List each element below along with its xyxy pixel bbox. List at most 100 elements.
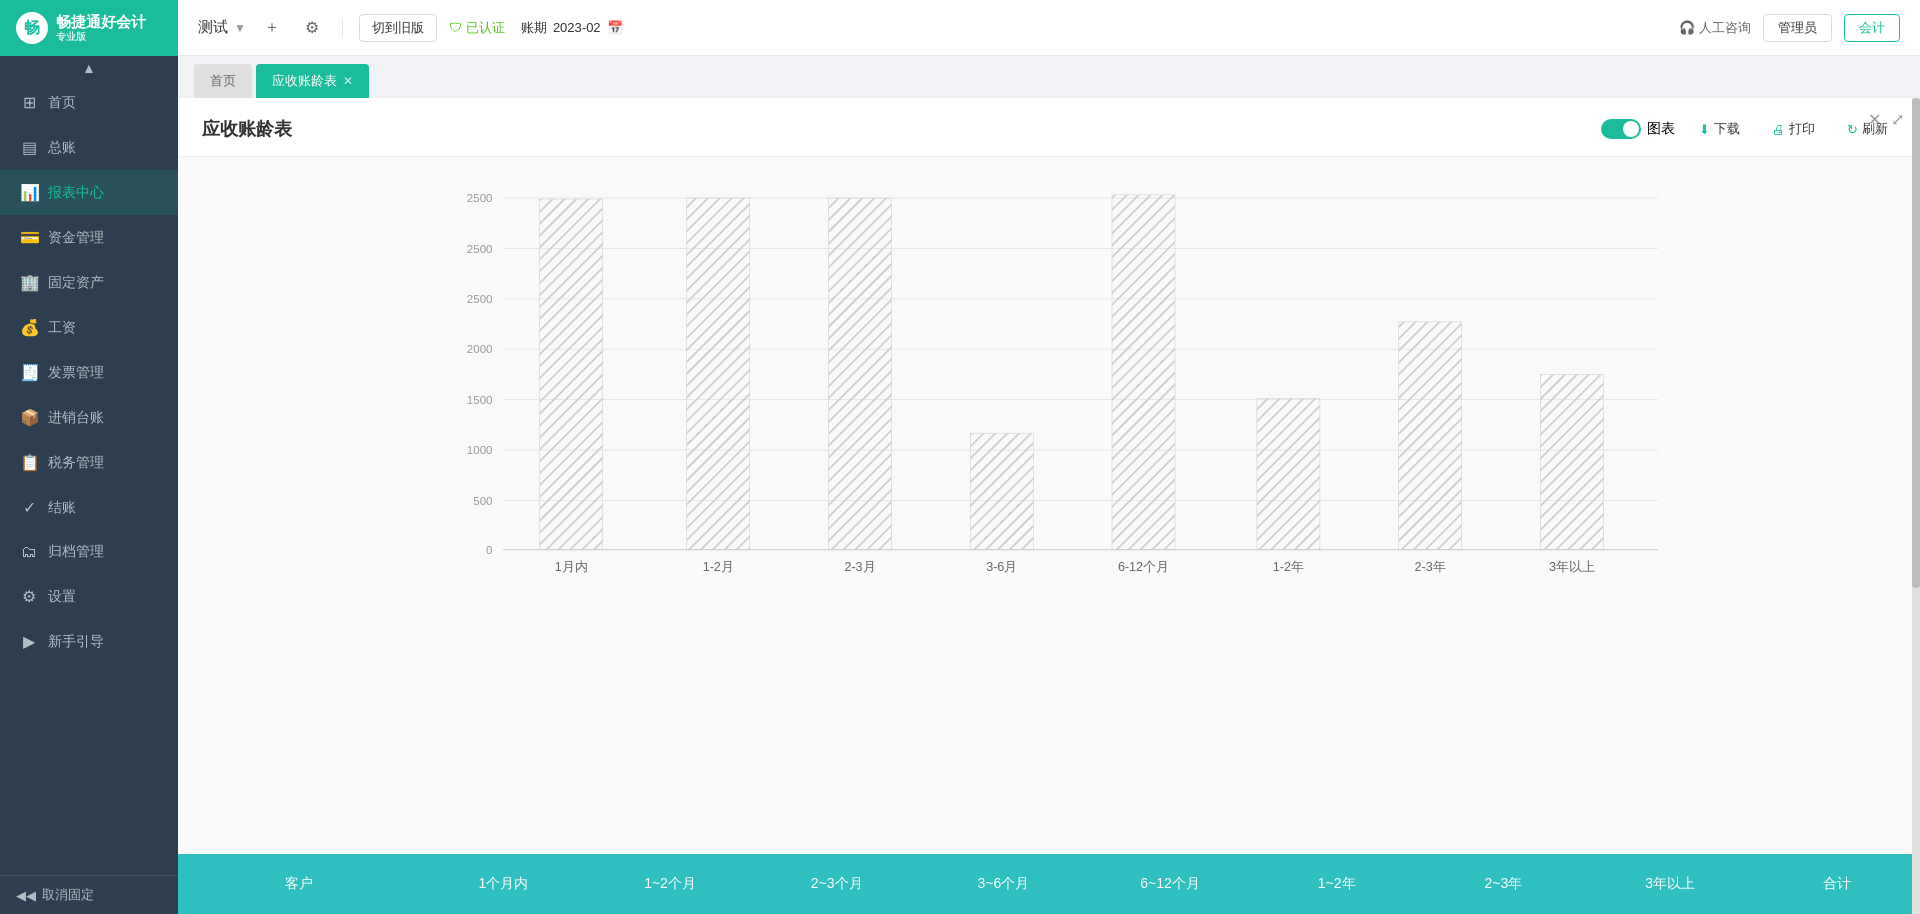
print-btn[interactable]: 🖨 打印 — [1764, 116, 1823, 142]
sidebar-item-funds[interactable]: 💳 资金管理 — [0, 215, 178, 260]
table-header-cell-3: 2~3个月 — [753, 875, 920, 893]
table-header-cell-5: 6~12个月 — [1087, 875, 1254, 893]
sidebar-item-settings[interactable]: ⚙设置 — [0, 574, 178, 619]
workspace-selector[interactable]: 测试 ▼ — [198, 18, 246, 37]
sidebar-icon-settings: ⚙ — [20, 587, 38, 606]
sidebar-nav: ⊞ 首页 ▤ 总账 📊 报表中心 💳 资金管理 🏢固定资产 💰 工资 🧾发票管理 📦 进销台账 📋 税务管理 ✓… — [0, 80, 178, 875]
tab-receivable[interactable]: 应收账龄表 ✕ — [256, 64, 369, 98]
sidebar-icon-inventory: 📦 — [20, 408, 38, 427]
svg-rect-17 — [540, 199, 603, 550]
tab-receivable-label: 应收账龄表 — [272, 72, 337, 90]
svg-text:2000: 2000 — [467, 343, 493, 355]
sidebar-label-assets: 固定资产 — [48, 274, 104, 292]
page-content: 应收账龄表 图表 ⬇ 下载 🖨 打印 — [178, 98, 1920, 914]
download-label: 下载 — [1714, 120, 1740, 138]
sidebar: 畅 畅捷通好会计 专业版 ▲ ⊞ 首页 ▤ 总账 📊 报表中心 💳 资金管理 🏢固定资产 💰 工资 🧾… — [0, 0, 178, 914]
add-workspace-btn[interactable]: ＋ — [258, 14, 286, 42]
topbar-right: 🎧 人工咨询 管理员 会计 — [1679, 14, 1900, 42]
sidebar-icon-funds: 💳 — [20, 228, 38, 247]
expand-btn[interactable]: ⤢ — [1891, 110, 1904, 129]
svg-text:2-3年: 2-3年 — [1415, 560, 1446, 574]
scroll-up-btn[interactable]: ▲ — [82, 60, 96, 76]
sidebar-label-home: 首页 — [48, 94, 76, 112]
settings-icon[interactable]: ⚙ — [298, 14, 326, 42]
table-header-cell-4: 3~6个月 — [920, 875, 1087, 893]
period-label: 账期 — [521, 19, 547, 37]
sidebar-label-funds: 资金管理 — [48, 229, 104, 247]
refresh-icon: ↻ — [1847, 122, 1858, 137]
divider — [342, 18, 343, 38]
sidebar-label-ledger: 总账 — [48, 139, 76, 157]
page-actions: 图表 ⬇ 下载 🖨 打印 ↻ 刷新 — [1601, 116, 1896, 142]
sidebar-item-assets[interactable]: 🏢固定资产 — [0, 260, 178, 305]
table-header-cell-8: 3年以上 — [1587, 875, 1754, 893]
svg-rect-22 — [1257, 399, 1320, 550]
logo-icon: 畅 — [16, 12, 48, 44]
switch-version-btn[interactable]: 切到旧版 — [359, 14, 437, 42]
certified-label: 已认证 — [466, 19, 505, 37]
sidebar-label-inventory: 进销台账 — [48, 409, 104, 427]
sidebar-icon-reports: 📊 — [20, 183, 38, 202]
sidebar-item-reports[interactable]: 📊 报表中心 — [0, 170, 178, 215]
sidebar-item-archive[interactable]: 🗂归档管理 — [0, 530, 178, 574]
chart-toggle[interactable]: 图表 — [1601, 119, 1675, 139]
close-panel-btn[interactable]: ✕ — [1868, 110, 1881, 129]
role-btn[interactable]: 会计 — [1844, 14, 1900, 42]
svg-text:2500: 2500 — [467, 293, 493, 305]
admin-btn[interactable]: 管理员 — [1763, 14, 1832, 42]
bar-chart: 2500 2500 2500 2000 1500 1000 500 0 — [202, 177, 1896, 597]
sidebar-icon-closing: ✓ — [20, 498, 38, 517]
sidebar-label-reports: 报表中心 — [48, 184, 104, 202]
sidebar-label-archive: 归档管理 — [48, 543, 104, 561]
consult-btn[interactable]: 🎧 人工咨询 — [1679, 19, 1751, 37]
print-icon: 🖨 — [1772, 122, 1785, 137]
svg-rect-21 — [1112, 195, 1175, 550]
tab-bar: 首页 应收账龄表 ✕ — [178, 56, 1920, 98]
tab-home[interactable]: 首页 — [194, 64, 252, 98]
sidebar-item-closing[interactable]: ✓结账 — [0, 485, 178, 530]
sidebar-label-salary: 工资 — [48, 319, 76, 337]
tab-close-icon[interactable]: ✕ — [343, 74, 353, 88]
logo-text: 畅捷通好会计 专业版 — [56, 13, 146, 43]
svg-text:1000: 1000 — [467, 444, 493, 456]
sidebar-item-tax[interactable]: 📋 税务管理 — [0, 440, 178, 485]
svg-text:6-12个月: 6-12个月 — [1118, 560, 1169, 574]
chart-area: 2500 2500 2500 2000 1500 1000 500 0 — [178, 157, 1920, 854]
sidebar-scroll-up[interactable]: ▲ — [0, 56, 178, 80]
sidebar-icon-guide: ▶ — [20, 632, 38, 651]
scrollbar[interactable] — [1912, 98, 1920, 914]
calendar-icon: 📅 — [607, 20, 623, 35]
download-btn[interactable]: ⬇ 下载 — [1691, 116, 1748, 142]
shield-icon: 🛡 — [449, 20, 462, 35]
scrollbar-thumb[interactable] — [1912, 98, 1920, 588]
sidebar-icon-salary: 💰 — [20, 318, 38, 337]
sidebar-label-tax: 税务管理 — [48, 454, 104, 472]
sidebar-item-invoice[interactable]: 🧾发票管理 — [0, 350, 178, 395]
table-header-cell-2: 1~2个月 — [587, 875, 754, 893]
cancel-fixed-btn[interactable]: ◀◀ 取消固定 — [0, 875, 178, 914]
sidebar-icon-invoice: 🧾 — [20, 363, 38, 382]
toggle-track[interactable] — [1601, 119, 1641, 139]
chart-label: 图表 — [1647, 120, 1675, 138]
table-header-cell-0: 客户 — [178, 875, 420, 893]
period-selector[interactable]: 账期 2023-02 📅 — [521, 19, 623, 37]
sidebar-icon-tax: 📋 — [20, 453, 38, 472]
sidebar-item-salary[interactable]: 💰 工资 — [0, 305, 178, 350]
table-header-cell-1: 1个月内 — [420, 875, 587, 893]
logo: 畅 畅捷通好会计 专业版 — [0, 0, 178, 56]
sidebar-icon-home: ⊞ — [20, 93, 38, 112]
sidebar-icon-ledger: ▤ — [20, 138, 38, 157]
svg-text:500: 500 — [473, 495, 492, 507]
tab-home-label: 首页 — [210, 72, 236, 90]
pin-icon: ◀◀ — [16, 888, 36, 903]
cancel-fixed-label: 取消固定 — [42, 886, 94, 904]
consult-label: 人工咨询 — [1699, 19, 1751, 37]
svg-rect-20 — [970, 433, 1033, 550]
sidebar-item-guide[interactable]: ▶新手引导 — [0, 619, 178, 664]
svg-text:1-2年: 1-2年 — [1273, 560, 1304, 574]
sidebar-item-inventory[interactable]: 📦 进销台账 — [0, 395, 178, 440]
svg-rect-18 — [687, 198, 750, 550]
period-value: 2023-02 — [553, 20, 601, 35]
sidebar-item-ledger[interactable]: ▤ 总账 — [0, 125, 178, 170]
sidebar-item-home[interactable]: ⊞ 首页 — [0, 80, 178, 125]
